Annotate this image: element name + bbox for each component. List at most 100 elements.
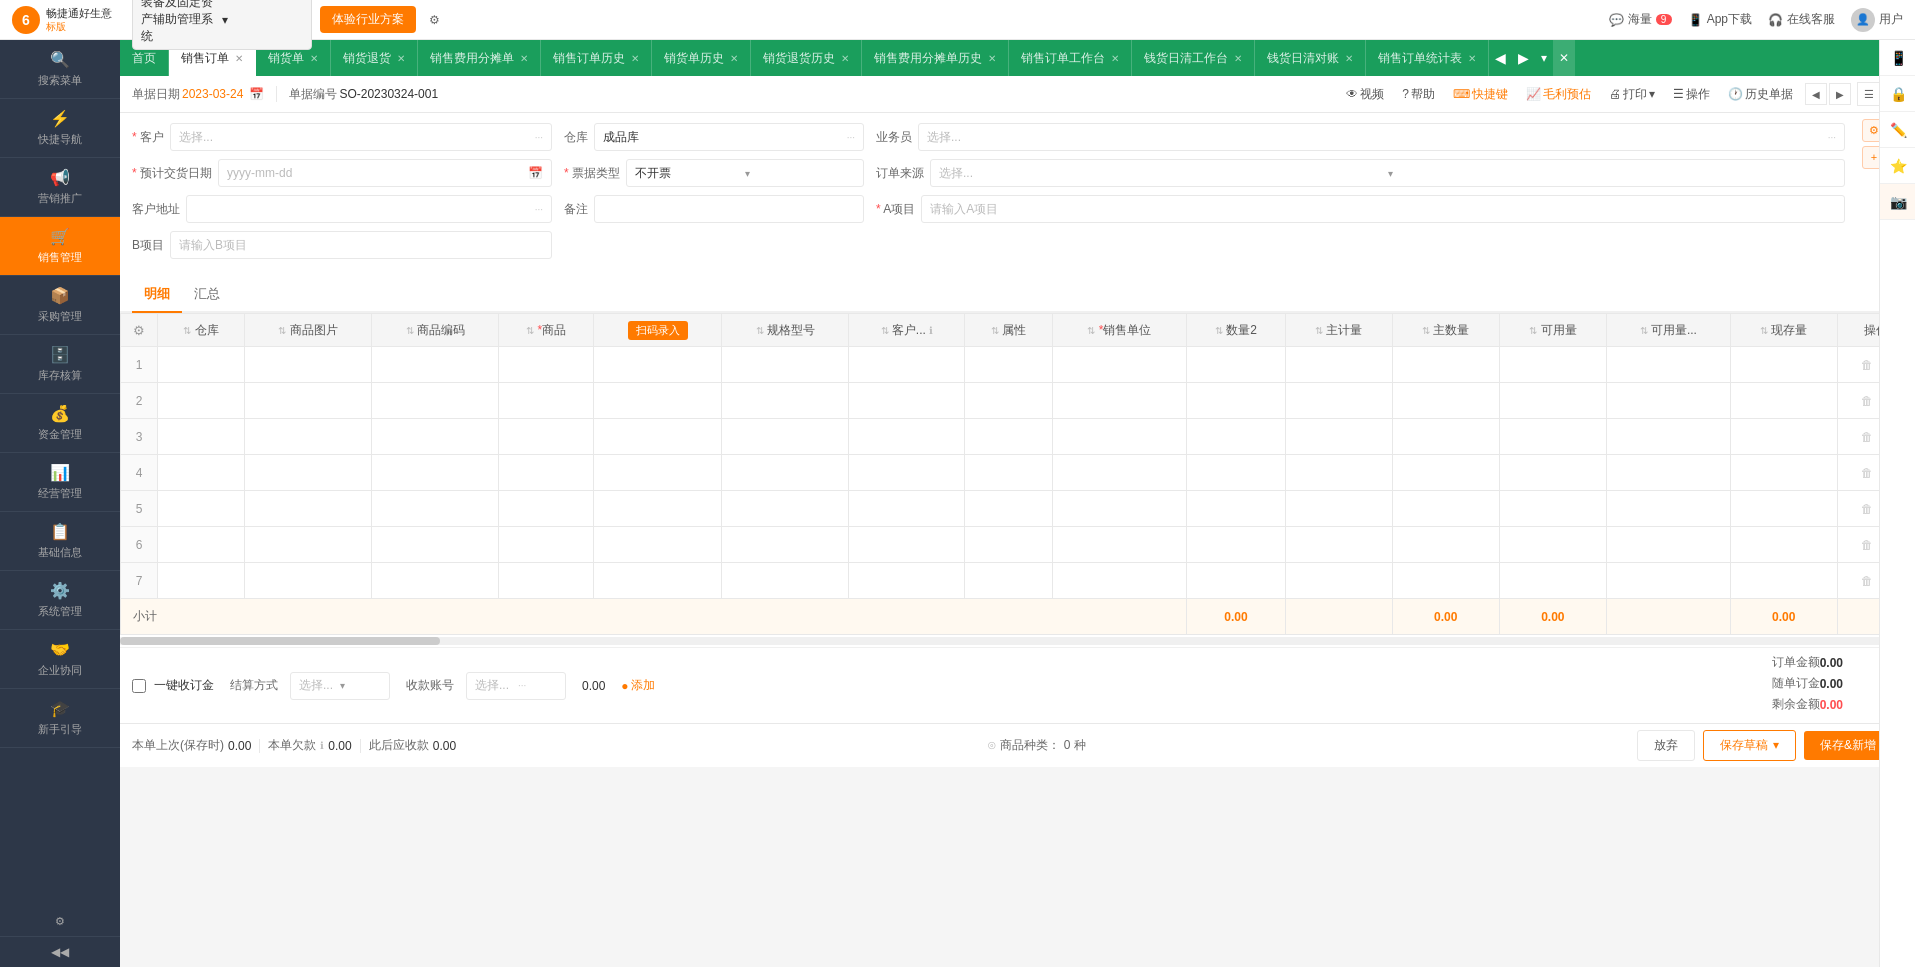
row-3-spec[interactable]	[722, 419, 849, 455]
row-3-avail-qty2[interactable]	[1606, 419, 1730, 455]
settings-icon[interactable]: ⚙	[424, 10, 444, 30]
tab-close-expense-history[interactable]: ✕	[988, 53, 996, 64]
support-btn[interactable]: 🎧 在线客服	[1768, 11, 1835, 28]
row-2-delete-icon[interactable]: 🗑	[1861, 394, 1873, 408]
solution-btn[interactable]: 体验行业方案	[320, 6, 416, 33]
tab-workbench[interactable]: 销售订单工作台 ✕	[1009, 40, 1132, 76]
row-3-attr[interactable]	[965, 419, 1052, 455]
row-7-qty2[interactable]	[1187, 563, 1285, 599]
tab-close-return[interactable]: ✕	[397, 53, 405, 64]
tab-close-invoice-history[interactable]: ✕	[730, 53, 738, 64]
row-2-attr[interactable]	[965, 383, 1052, 419]
sidebar-item-search[interactable]: 🔍 搜索菜单	[0, 40, 120, 99]
b-project-input[interactable]: 请输入B项目	[170, 231, 552, 259]
user-btn[interactable]: 👤 用户	[1851, 8, 1903, 32]
row-3-unit[interactable]	[1052, 419, 1187, 455]
row-2-goods[interactable]	[499, 383, 594, 419]
row-3-scan[interactable]	[594, 419, 722, 455]
account-more-icon[interactable]: ···	[518, 680, 557, 691]
warehouse-more-icon[interactable]: ···	[847, 132, 855, 143]
tab-prev-btn[interactable]: ◀	[1489, 40, 1512, 76]
horizontal-scrollbar[interactable]	[120, 637, 1915, 645]
row-2-main-unit[interactable]	[1285, 383, 1392, 419]
row-4-image[interactable]	[245, 455, 372, 491]
row-7-unit[interactable]	[1052, 563, 1187, 599]
row-6-code[interactable]	[372, 527, 499, 563]
row-4-main-qty[interactable]	[1392, 455, 1499, 491]
row-5-customer-code[interactable]	[849, 491, 965, 527]
row-1-qty2[interactable]	[1187, 347, 1285, 383]
tab-expense[interactable]: 销售费用分摊单 ✕	[418, 40, 541, 76]
row-6-attr[interactable]	[965, 527, 1052, 563]
row-5-avail-qty[interactable]	[1499, 491, 1606, 527]
row-6-scan[interactable]	[594, 527, 722, 563]
row-4-unit[interactable]	[1052, 455, 1187, 491]
row-1-current-stock[interactable]	[1730, 347, 1837, 383]
tab-expense-history[interactable]: 销售费用分摊单历史 ✕	[862, 40, 1009, 76]
staff-input[interactable]: 选择... ···	[918, 123, 1845, 151]
tab-close-return-history[interactable]: ✕	[841, 53, 849, 64]
row-1-warehouse[interactable]	[158, 347, 245, 383]
row-3-customer-code[interactable]	[849, 419, 965, 455]
row-5-image[interactable]	[245, 491, 372, 527]
row-1-delete-icon[interactable]: 🗑	[1861, 358, 1873, 372]
row-4-goods[interactable]	[499, 455, 594, 491]
tab-invoice-history[interactable]: 销货单历史 ✕	[652, 40, 751, 76]
quick-payment-checkbox[interactable]	[132, 679, 146, 693]
tab-close-all-btn[interactable]: ✕	[1553, 40, 1575, 76]
row-2-spec[interactable]	[722, 383, 849, 419]
tab-close-stats[interactable]: ✕	[1468, 53, 1476, 64]
staff-more-icon[interactable]: ···	[1828, 132, 1836, 143]
tab-close-sales-order[interactable]: ✕	[235, 53, 243, 64]
sidebar-settings-btn[interactable]: ⚙	[0, 907, 120, 936]
row-6-delete-icon[interactable]: 🗑	[1861, 538, 1873, 552]
tab-daily-clear[interactable]: 钱货日清工作台 ✕	[1132, 40, 1255, 76]
sidebar-item-guide[interactable]: 🎓 新手引导	[0, 689, 120, 748]
row-4-main-unit[interactable]	[1285, 455, 1392, 491]
row-7-avail-qty[interactable]	[1499, 563, 1606, 599]
right-panel-lock-icon[interactable]: 🔒	[1880, 76, 1915, 112]
row-1-unit[interactable]	[1052, 347, 1187, 383]
row-6-main-qty[interactable]	[1392, 527, 1499, 563]
row-1-code[interactable]	[372, 347, 499, 383]
row-5-scan[interactable]	[594, 491, 722, 527]
row-4-delete-icon[interactable]: 🗑	[1861, 466, 1873, 480]
tab-close-expense[interactable]: ✕	[520, 53, 528, 64]
row-4-spec[interactable]	[722, 455, 849, 491]
save-draft-btn[interactable]: 保存草稿 ▾	[1703, 730, 1796, 761]
row-6-avail-qty2[interactable]	[1606, 527, 1730, 563]
sidebar-item-nav[interactable]: ⚡ 快捷导航	[0, 99, 120, 158]
row-2-avail-qty2[interactable]	[1606, 383, 1730, 419]
tab-stats[interactable]: 销售订单统计表 ✕	[1366, 40, 1489, 76]
row-7-code[interactable]	[372, 563, 499, 599]
tab-return[interactable]: 销货退货 ✕	[331, 40, 418, 76]
row-2-image[interactable]	[245, 383, 372, 419]
row-7-warehouse[interactable]	[158, 563, 245, 599]
sidebar-item-marketing[interactable]: 📢 营销推广	[0, 158, 120, 217]
tab-close-daily-clear[interactable]: ✕	[1234, 53, 1242, 64]
row-2-avail-qty[interactable]	[1499, 383, 1606, 419]
payment-method-select[interactable]: 选择... ▾	[290, 672, 390, 700]
sidebar-item-basic[interactable]: 📋 基础信息	[0, 512, 120, 571]
list-view-btn[interactable]: ☰	[1858, 83, 1880, 105]
row-3-qty2[interactable]	[1187, 419, 1285, 455]
row-7-customer-code[interactable]	[849, 563, 965, 599]
sidebar-item-system[interactable]: ⚙️ 系统管理	[0, 571, 120, 630]
right-panel-edit-icon[interactable]: ✏️	[1880, 112, 1915, 148]
row-5-main-qty[interactable]	[1392, 491, 1499, 527]
nav-next-btn[interactable]: ▶	[1829, 83, 1851, 105]
row-3-main-qty[interactable]	[1392, 419, 1499, 455]
row-7-main-unit[interactable]	[1285, 563, 1392, 599]
row-7-attr[interactable]	[965, 563, 1052, 599]
row-2-warehouse[interactable]	[158, 383, 245, 419]
nav-prev-btn[interactable]: ◀	[1805, 83, 1827, 105]
account-select[interactable]: 选择... ···	[466, 672, 566, 700]
row-6-customer-code[interactable]	[849, 527, 965, 563]
calendar-icon[interactable]: 📅	[249, 87, 264, 101]
row-5-warehouse[interactable]	[158, 491, 245, 527]
row-5-goods[interactable]	[499, 491, 594, 527]
tab-close-order-history[interactable]: ✕	[631, 53, 639, 64]
row-6-image[interactable]	[245, 527, 372, 563]
row-1-avail-qty[interactable]	[1499, 347, 1606, 383]
tab-next-btn[interactable]: ▶	[1512, 40, 1535, 76]
